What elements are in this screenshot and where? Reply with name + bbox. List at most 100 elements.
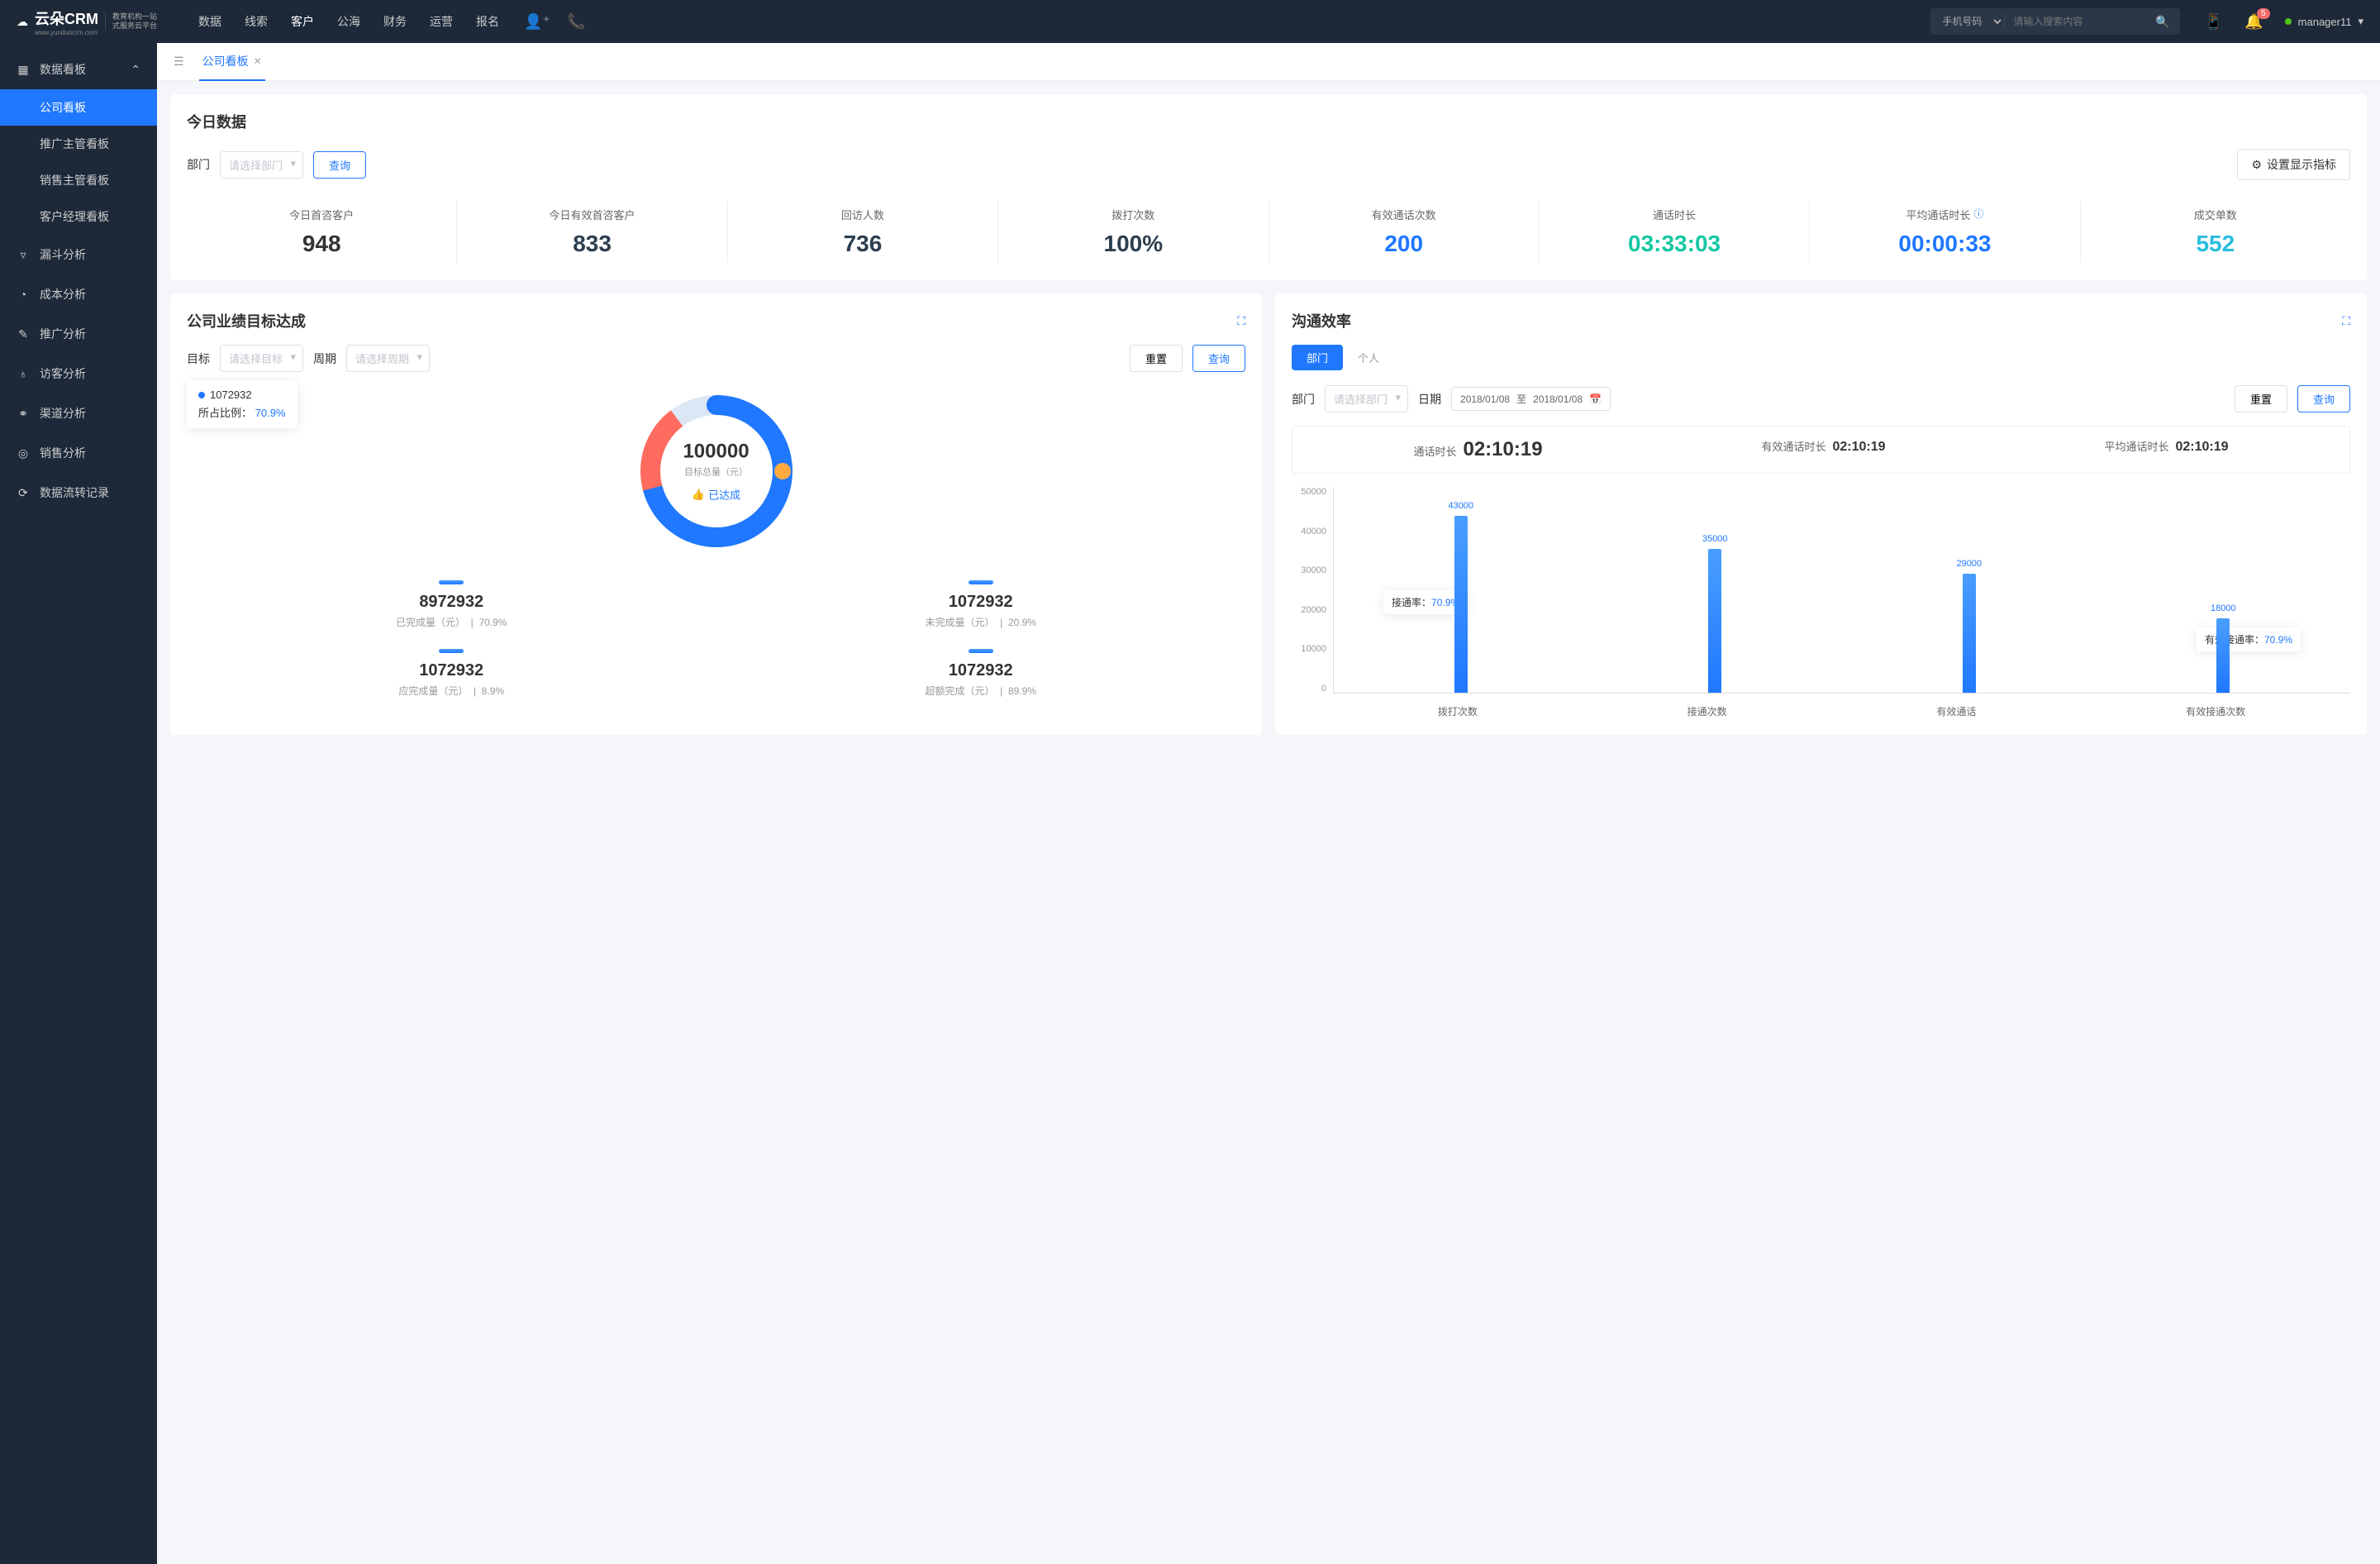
achieved-badge: 👍 已达成 xyxy=(683,487,749,503)
stat-item: 平均通话时长ⓘ00:00:33 xyxy=(1810,200,2080,264)
breadcrumb: ☰ 公司看板 ✕ xyxy=(157,43,2380,81)
sidebar-item[interactable]: ⟳数据流转记录 xyxy=(0,473,157,513)
status-dot xyxy=(2285,18,2292,25)
notif-badge: 5 xyxy=(2257,8,2270,19)
donut-tooltip: 1072932 所占比例： 70.9% xyxy=(187,380,298,428)
dept-label: 部门 xyxy=(187,156,210,173)
breakdown-item: 1072932应完成量（元） | 8.9% xyxy=(187,639,716,708)
sidebar-group-dashboard[interactable]: ▦ 数据看板 ⌃ xyxy=(0,50,157,89)
sidebar-item[interactable]: ✎推广分析 xyxy=(0,314,157,354)
logo[interactable]: ☁ 云朵CRM www.yunduocrm.com 教育机构一站式服务云平台 xyxy=(17,7,157,36)
sidebar-sub-item[interactable]: 公司看板 xyxy=(0,89,157,126)
bar: 29000 xyxy=(1842,487,2097,693)
breakdown-item: 8972932已完成量（元） | 70.9% xyxy=(187,570,716,639)
thumbs-up-icon: 👍 xyxy=(692,488,705,501)
expand-icon[interactable]: ⛶ xyxy=(2342,314,2350,328)
nav-link[interactable]: 客户 xyxy=(291,13,314,30)
menu-icon[interactable]: ☰ xyxy=(174,55,184,69)
reset-button[interactable]: 重置 xyxy=(2235,385,2287,412)
nav-link[interactable]: 数据 xyxy=(198,13,221,30)
nav-link[interactable]: 线索 xyxy=(245,13,268,30)
add-user-icon[interactable]: 👤⁺ xyxy=(524,13,550,31)
brand-name: 云朵CRM xyxy=(35,7,98,29)
tab-dept[interactable]: 部门 xyxy=(1292,345,1343,370)
settings-button[interactable]: ⚙ 设置显示指标 xyxy=(2237,149,2350,180)
gear-icon: ⚙ xyxy=(2251,158,2262,172)
stat-item: 有效通话次数200 xyxy=(1269,200,1540,264)
nav-link[interactable]: 运营 xyxy=(430,13,453,30)
breakdown-item: 1072932未完成量（元） | 20.9% xyxy=(716,570,1246,639)
close-icon[interactable]: ✕ xyxy=(254,55,262,67)
cloud-icon: ☁ xyxy=(17,15,28,29)
sidebar-icon: ◔ xyxy=(17,288,30,301)
sidebar: ▦ 数据看板 ⌃ 公司看板推广主管看板销售主管看板客户经理看板 ▿漏斗分析◔成本… xyxy=(0,43,157,1564)
today-card: 今日数据 部门 请选择部门 查询 ⚙ 设置显示指标 今日首咨客户948今日有效首… xyxy=(170,94,2367,280)
bar: 35000 xyxy=(1588,487,1843,693)
query-button[interactable]: 查询 xyxy=(1192,345,1245,372)
stat-item: 今日有效首咨客户833 xyxy=(457,200,727,264)
query-button[interactable]: 查询 xyxy=(313,151,366,179)
phone-icon[interactable]: 📞 xyxy=(567,13,585,31)
query-button[interactable]: 查询 xyxy=(2297,385,2350,412)
user-menu[interactable]: manager11 ▾ xyxy=(2285,15,2363,28)
date-range-picker[interactable]: 2018/01/08 至 2018/01/08 📅 xyxy=(1451,387,1611,411)
search-icon[interactable]: 🔍 xyxy=(2145,15,2179,29)
today-title: 今日数据 xyxy=(187,111,2350,132)
target-select[interactable]: 请选择目标 xyxy=(220,345,303,372)
bell-icon[interactable]: 🔔5 xyxy=(2244,13,2263,31)
brand-url: www.yunduocrm.com xyxy=(35,29,98,36)
stat-item: 拨打次数100% xyxy=(998,200,1269,264)
chevron-up-icon: ⌃ xyxy=(131,63,140,77)
time-stat: 平均通话时长02:10:19 xyxy=(2104,438,2228,461)
period-select[interactable]: 请选择周期 xyxy=(346,345,430,372)
sidebar-icon: ✎ xyxy=(17,327,30,341)
nav-link[interactable]: 公海 xyxy=(337,13,360,30)
tab-person[interactable]: 个人 xyxy=(1343,345,1394,370)
dashboard-icon: ▦ xyxy=(17,63,30,77)
sidebar-item[interactable]: ▿漏斗分析 xyxy=(0,235,157,274)
bar: 43000 xyxy=(1334,487,1588,693)
username: manager11 xyxy=(2298,16,2352,28)
nav-link[interactable]: 报名 xyxy=(476,13,499,30)
sidebar-item[interactable]: ⚭渠道分析 xyxy=(0,393,157,433)
sidebar-item[interactable]: ◔成本分析 xyxy=(0,274,157,314)
search-input[interactable] xyxy=(2005,16,2145,27)
sidebar-item[interactable]: ♁访客分析 xyxy=(0,354,157,393)
comm-card: 沟通效率 ⛶ 部门 个人 部门 请选择部门 日期 2018/01/08 至 xyxy=(1275,293,2367,735)
calendar-icon: 📅 xyxy=(1589,393,1602,405)
time-stat: 通话时长02:10:19 xyxy=(1413,438,1542,461)
stat-item: 通话时长03:33:03 xyxy=(1540,200,1810,264)
stat-item: 成交单数552 xyxy=(2081,200,2350,264)
bar-chart: 50000400003000020000100000 接通率：70.9% 有效接… xyxy=(1292,487,2350,718)
sidebar-icon: ♁ xyxy=(17,367,30,380)
reset-button[interactable]: 重置 xyxy=(1130,345,1183,372)
comm-dept-select[interactable]: 请选择部门 xyxy=(1325,385,1408,412)
top-nav: ☁ 云朵CRM www.yunduocrm.com 教育机构一站式服务云平台 数… xyxy=(0,0,2380,43)
info-icon: ⓘ xyxy=(1973,207,1983,222)
sidebar-item[interactable]: ◎销售分析 xyxy=(0,433,157,473)
search-type-select[interactable]: 手机号码 xyxy=(1930,15,2005,28)
search-box: 手机号码 🔍 xyxy=(1930,8,2179,35)
bar: 18000 xyxy=(2097,487,2351,693)
main-content: ☰ 公司看板 ✕ 今日数据 部门 请选择部门 查询 ⚙ 设置显示指标 xyxy=(157,43,2380,1564)
nav-link[interactable]: 财务 xyxy=(383,13,407,30)
chevron-down-icon: ▾ xyxy=(2358,15,2363,28)
sidebar-sub-item[interactable]: 客户经理看板 xyxy=(0,198,157,235)
sidebar-sub-item[interactable]: 销售主管看板 xyxy=(0,162,157,198)
expand-icon[interactable]: ⛶ xyxy=(1237,314,1245,328)
donut-center-value: 100000 xyxy=(683,441,749,464)
tab-company-board[interactable]: 公司看板 ✕ xyxy=(199,43,265,81)
mobile-icon[interactable]: 📱 xyxy=(2205,13,2223,31)
stat-item: 今日首咨客户948 xyxy=(187,200,457,264)
nav-links: 数据 线索 客户 公海 财务 运营 报名 xyxy=(198,13,499,30)
brand-sub: 教育机构一站式服务云平台 xyxy=(105,12,157,31)
breakdown-item: 1072932超额完成（元） | 89.9% xyxy=(716,639,1246,708)
goals-title: 公司业绩目标达成 xyxy=(187,310,306,331)
dept-select[interactable]: 请选择部门 xyxy=(220,151,303,179)
sidebar-icon: ⟳ xyxy=(17,486,30,500)
goals-card: 公司业绩目标达成 ⛶ 目标 请选择目标 周期 请选择周期 重置 查询 xyxy=(170,293,1262,735)
time-stat: 有效通话时长02:10:19 xyxy=(1761,438,1885,461)
sidebar-sub-item[interactable]: 推广主管看板 xyxy=(0,126,157,162)
sidebar-icon: ▿ xyxy=(17,248,30,262)
sidebar-icon: ⚭ xyxy=(17,407,30,421)
